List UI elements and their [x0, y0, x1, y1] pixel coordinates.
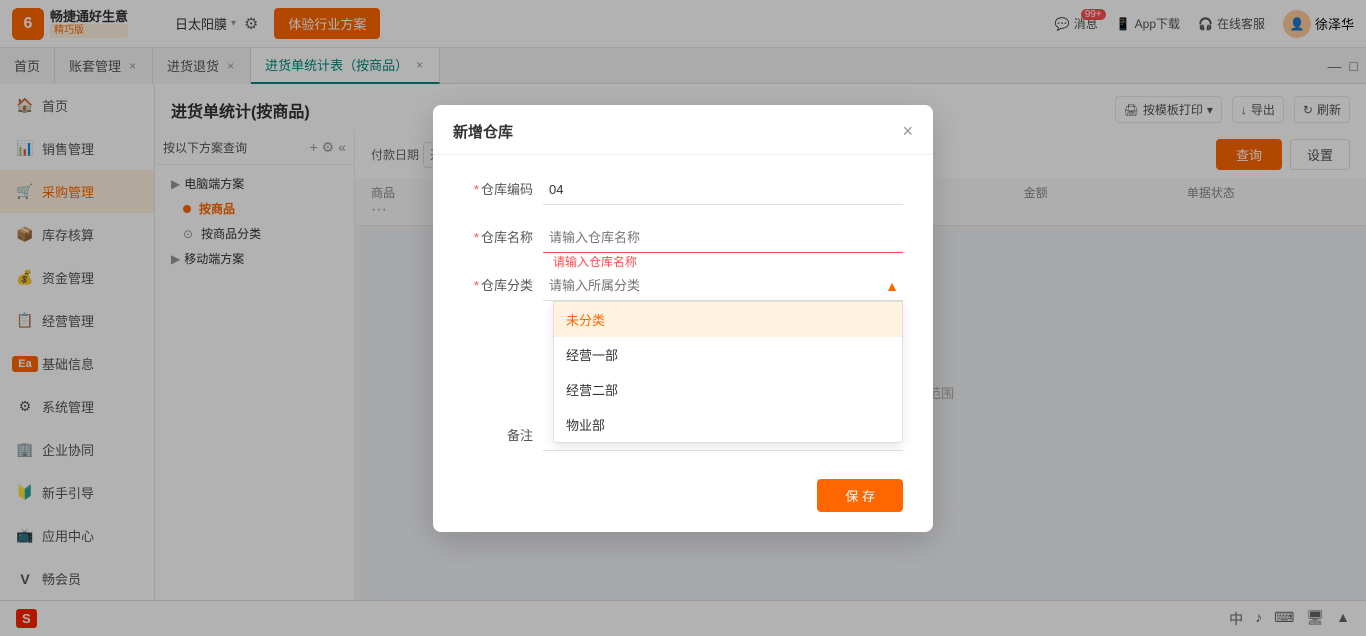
category-input[interactable] — [543, 271, 903, 301]
dropdown-item-dept2[interactable]: 经营二部 — [554, 372, 902, 407]
dropdown-item-uncategorized[interactable]: 未分类 — [554, 302, 902, 337]
note-label: 备注 — [463, 421, 543, 451]
name-input[interactable] — [543, 223, 903, 253]
dropdown-item-dept1[interactable]: 经营一部 — [554, 337, 902, 372]
modal-title: 新增仓库 — [453, 121, 513, 142]
dropdown-item-property[interactable]: 物业部 — [554, 407, 902, 442]
category-dropdown-arrow[interactable]: ▲ — [885, 278, 899, 294]
category-select-wrapper: ▲ — [543, 271, 903, 301]
category-label: 仓库分类 — [463, 271, 543, 301]
code-label: 仓库编码 — [463, 175, 543, 205]
form-row-name: 仓库名称 请输入仓库名称 — [463, 223, 903, 253]
modal-body: 仓库编码 仓库名称 请输入仓库名称 仓库分类 ▲ — [433, 155, 933, 479]
new-warehouse-modal: 新增仓库 × 仓库编码 仓库名称 请输入仓库名称 仓库分类 — [433, 105, 933, 532]
category-dropdown-list: 未分类 经营一部 经营二部 物业部 — [553, 301, 903, 443]
modal-close-button[interactable]: × — [902, 122, 913, 140]
name-error-message: 请输入仓库名称 — [553, 253, 637, 270]
form-row-code: 仓库编码 — [463, 175, 903, 205]
modal-footer: 保 存 — [433, 479, 933, 512]
modal-header: 新增仓库 × — [433, 105, 933, 155]
modal-overlay: 新增仓库 × 仓库编码 仓库名称 请输入仓库名称 仓库分类 — [0, 0, 1366, 636]
name-label: 仓库名称 — [463, 223, 543, 253]
save-button[interactable]: 保 存 — [817, 479, 903, 512]
form-row-category: 仓库分类 ▲ 未分类 经营一部 经营二部 物业部 — [463, 271, 903, 301]
code-input[interactable] — [543, 175, 903, 205]
